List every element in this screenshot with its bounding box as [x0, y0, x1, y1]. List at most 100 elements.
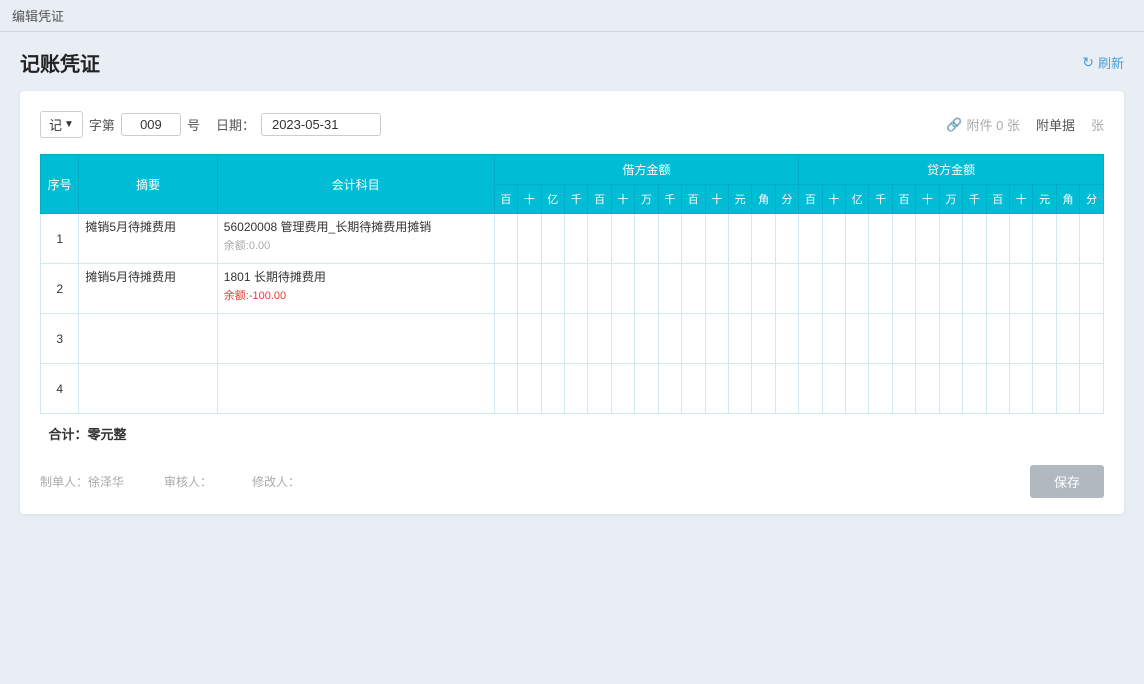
cell-credit-digit[interactable] — [799, 214, 822, 264]
cell-debit-digit[interactable] — [705, 214, 728, 264]
cell-credit-digit[interactable] — [869, 264, 892, 314]
cell-credit-digit[interactable] — [1033, 214, 1056, 264]
cell-debit-digit[interactable] — [588, 364, 611, 414]
cell-account[interactable]: 56020008 管理费用_长期待摊费用摊销余额:0.00 — [217, 214, 494, 264]
cell-debit-digit[interactable] — [588, 264, 611, 314]
cell-credit-digit[interactable] — [986, 314, 1009, 364]
cell-debit-digit[interactable] — [752, 314, 775, 364]
cell-summary[interactable]: 摊销5月待摊费用 — [79, 264, 217, 314]
cell-debit-digit[interactable] — [682, 214, 705, 264]
cell-credit-digit[interactable] — [916, 264, 939, 314]
cell-debit-digit[interactable] — [682, 264, 705, 314]
save-button[interactable]: 保存 — [1030, 465, 1104, 498]
cell-credit-digit[interactable] — [892, 314, 915, 364]
cell-credit-digit[interactable] — [916, 364, 939, 414]
cell-credit-digit[interactable] — [822, 364, 845, 414]
cell-credit-digit[interactable] — [1010, 314, 1033, 364]
cell-debit-digit[interactable] — [635, 364, 658, 414]
cell-debit-digit[interactable] — [728, 214, 751, 264]
cell-debit-digit[interactable] — [635, 214, 658, 264]
type-dropdown[interactable]: 记 ▼ — [40, 111, 83, 138]
cell-debit-digit[interactable] — [728, 364, 751, 414]
cell-debit-digit[interactable] — [611, 264, 634, 314]
cell-credit-digit[interactable] — [963, 314, 986, 364]
cell-account[interactable] — [217, 364, 494, 414]
cell-credit-digit[interactable] — [822, 314, 845, 364]
cell-credit-digit[interactable] — [822, 214, 845, 264]
cell-debit-digit[interactable] — [658, 264, 681, 314]
cell-credit-digit[interactable] — [892, 264, 915, 314]
cell-debit-digit[interactable] — [658, 214, 681, 264]
cell-debit-digit[interactable] — [494, 364, 517, 414]
cell-credit-digit[interactable] — [869, 214, 892, 264]
cell-credit-digit[interactable] — [1033, 364, 1056, 414]
cell-debit-digit[interactable] — [518, 364, 541, 414]
cell-credit-digit[interactable] — [939, 214, 962, 264]
cell-credit-digit[interactable] — [986, 364, 1009, 414]
cell-credit-digit[interactable] — [846, 264, 869, 314]
cell-debit-digit[interactable] — [705, 314, 728, 364]
cell-credit-digit[interactable] — [916, 214, 939, 264]
cell-debit-digit[interactable] — [541, 364, 564, 414]
cell-credit-digit[interactable] — [963, 364, 986, 414]
cell-debit-digit[interactable] — [611, 214, 634, 264]
cell-debit-digit[interactable] — [564, 264, 587, 314]
cell-credit-digit[interactable] — [986, 214, 1009, 264]
cell-debit-digit[interactable] — [705, 264, 728, 314]
cell-credit-digit[interactable] — [939, 364, 962, 414]
cell-debit-digit[interactable] — [494, 214, 517, 264]
cell-credit-digit[interactable] — [1056, 314, 1079, 364]
refresh-button[interactable]: ↻ 刷新 — [1082, 53, 1124, 72]
cell-account[interactable] — [217, 314, 494, 364]
cell-debit-digit[interactable] — [564, 314, 587, 364]
cell-account[interactable]: 1801 长期待摊费用余额:-100.00 — [217, 264, 494, 314]
date-input[interactable] — [261, 113, 381, 136]
cell-summary[interactable]: 摊销5月待摊费用 — [79, 214, 217, 264]
cell-credit-digit[interactable] — [1033, 264, 1056, 314]
cell-credit-digit[interactable] — [799, 314, 822, 364]
cell-credit-digit[interactable] — [986, 264, 1009, 314]
cell-debit-digit[interactable] — [752, 364, 775, 414]
cell-debit-digit[interactable] — [752, 264, 775, 314]
cell-debit-digit[interactable] — [728, 314, 751, 364]
cell-debit-digit[interactable] — [658, 314, 681, 364]
cell-debit-digit[interactable] — [518, 214, 541, 264]
number-input[interactable] — [121, 113, 181, 136]
cell-credit-digit[interactable] — [1010, 214, 1033, 264]
cell-debit-digit[interactable] — [541, 264, 564, 314]
cell-debit-digit[interactable] — [635, 314, 658, 364]
cell-debit-digit[interactable] — [705, 364, 728, 414]
cell-debit-digit[interactable] — [588, 214, 611, 264]
cell-credit-digit[interactable] — [799, 364, 822, 414]
cell-credit-digit[interactable] — [939, 314, 962, 364]
cell-debit-digit[interactable] — [682, 314, 705, 364]
cell-credit-digit[interactable] — [892, 364, 915, 414]
cell-credit-digit[interactable] — [846, 314, 869, 364]
cell-credit-digit[interactable] — [846, 364, 869, 414]
cell-debit-digit[interactable] — [775, 214, 798, 264]
cell-debit-digit[interactable] — [728, 264, 751, 314]
cell-credit-digit[interactable] — [1080, 264, 1104, 314]
cell-credit-digit[interactable] — [1056, 364, 1079, 414]
cell-debit-digit[interactable] — [635, 264, 658, 314]
cell-debit-digit[interactable] — [658, 364, 681, 414]
cell-credit-digit[interactable] — [869, 364, 892, 414]
cell-debit-digit[interactable] — [611, 364, 634, 414]
cell-credit-digit[interactable] — [1080, 214, 1104, 264]
cell-debit-digit[interactable] — [518, 314, 541, 364]
cell-debit-digit[interactable] — [611, 314, 634, 364]
cell-credit-digit[interactable] — [1010, 264, 1033, 314]
cell-debit-digit[interactable] — [775, 314, 798, 364]
cell-credit-digit[interactable] — [1033, 314, 1056, 364]
cell-debit-digit[interactable] — [541, 314, 564, 364]
cell-debit-digit[interactable] — [775, 364, 798, 414]
cell-credit-digit[interactable] — [916, 314, 939, 364]
cell-credit-digit[interactable] — [1080, 364, 1104, 414]
cell-debit-digit[interactable] — [494, 314, 517, 364]
cell-credit-digit[interactable] — [892, 214, 915, 264]
cell-debit-digit[interactable] — [752, 214, 775, 264]
cell-debit-digit[interactable] — [588, 314, 611, 364]
cell-summary[interactable] — [79, 314, 217, 364]
cell-credit-digit[interactable] — [822, 264, 845, 314]
cell-credit-digit[interactable] — [846, 214, 869, 264]
